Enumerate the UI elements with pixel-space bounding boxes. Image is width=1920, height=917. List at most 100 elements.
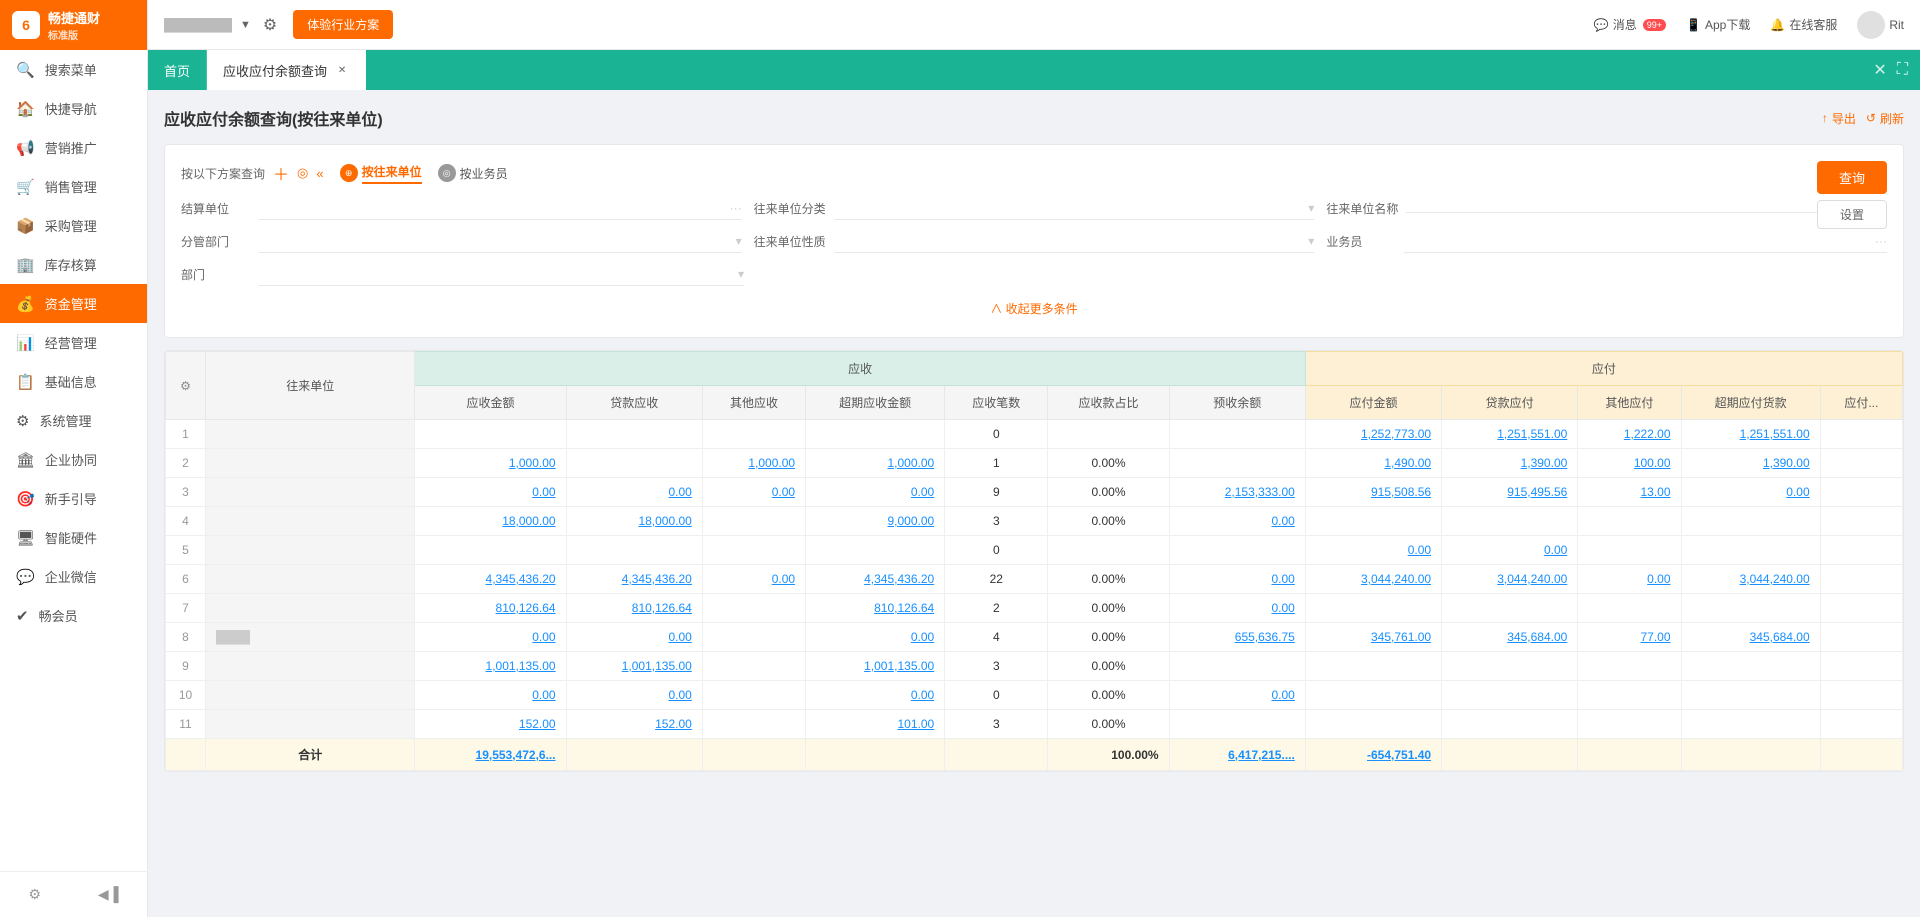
- data-table-wrap: ⚙ 往来单位 应收 应付 应收金额 贷款应: [164, 350, 1904, 772]
- sidebar-item-search-menu[interactable]: 🔍 搜索菜单: [0, 50, 147, 89]
- sidebar-item-wechat[interactable]: 💬 企业微信: [0, 557, 147, 596]
- department-arrow-icon[interactable]: ▾: [738, 267, 744, 281]
- page-title: 应收应付余额查询(按往来单位): [164, 106, 383, 130]
- col-ap-loan: 贷款应付: [1442, 386, 1578, 420]
- partner-nature-arrow-icon[interactable]: ▾: [1308, 234, 1314, 248]
- sidebar-logo: 6 畅捷通财 标准版: [0, 0, 147, 50]
- footer-label: 合计: [206, 739, 415, 771]
- online-service-btn[interactable]: 🔔 在线客服: [1770, 16, 1837, 33]
- filter-add-btn[interactable]: ＋: [273, 161, 289, 185]
- sidebar-item-finance[interactable]: 💰 资金管理: [0, 284, 147, 323]
- scheme-salesman[interactable]: ◎ 按业务员: [438, 163, 508, 184]
- tab-ar-ap[interactable]: 应收应付余额查询 ✕: [207, 50, 366, 90]
- sidebar-bottom: ⚙ ◀▐: [0, 871, 147, 917]
- export-button[interactable]: ↑ 导出: [1822, 110, 1856, 127]
- tab-close-window-btn[interactable]: ✕: [1873, 60, 1886, 80]
- sidebar-collapse-btn[interactable]: ◀▐: [92, 880, 125, 909]
- sidebar-item-basic[interactable]: 📋 基础信息: [0, 362, 147, 401]
- sidebar-item-member[interactable]: ✔ 畅会员: [0, 596, 147, 635]
- filter-settings-btn[interactable]: ◎: [297, 165, 308, 181]
- app-download-btn[interactable]: 📱 App下载: [1686, 16, 1750, 33]
- footer-ap-amount[interactable]: -654,751.40: [1305, 739, 1441, 771]
- table-row: 30.000.000.000.0090.00%2,153,333.00915,5…: [166, 478, 1903, 507]
- export-icon: ↑: [1822, 111, 1828, 125]
- table-settings-cell[interactable]: ⚙: [166, 352, 206, 420]
- sidebar-item-inventory[interactable]: 🏢 库存核算: [0, 245, 147, 284]
- filter-row-3: 部门 ▾: [181, 263, 1887, 286]
- partner-name-input[interactable]: [1406, 204, 1887, 213]
- sidebar-item-guide[interactable]: 🎯 新手引导: [0, 479, 147, 518]
- page-actions: ↑ 导出 ↺ 刷新: [1822, 110, 1904, 127]
- partner-cat-input[interactable]: ▾: [834, 197, 1315, 220]
- sidebar-item-purchase[interactable]: 📦 采购管理: [0, 206, 147, 245]
- filter-field-department: 部门 ▾: [181, 263, 744, 286]
- sidebar-settings-btn[interactable]: ⚙: [22, 880, 47, 909]
- table-row: 100.000.000.0000.00%0.00: [166, 681, 1903, 710]
- col-ar-pct: 应收款占比: [1048, 386, 1169, 420]
- sidebar: 6 畅捷通财 标准版 🔍 搜索菜单 🏠 快捷导航 📢 营销推广 🛒 销售管理 📦…: [0, 0, 148, 917]
- scheme-partner[interactable]: ⊕ 按往来单位: [340, 163, 422, 184]
- hardware-icon: 🖥: [16, 529, 35, 547]
- search-icon: 🔍: [16, 61, 35, 79]
- partner-cat-arrow-icon[interactable]: ▾: [1308, 201, 1314, 215]
- guide-icon: 🎯: [16, 490, 35, 508]
- table-row: 21,000.001,000.001,000.0010.00%1,490.001…: [166, 449, 1903, 478]
- filter-collapse-btn[interactable]: ∧ 收起更多条件: [181, 296, 1887, 321]
- header-breadcrumb: ████████: [164, 18, 232, 32]
- tab-close-btn[interactable]: ✕: [335, 63, 349, 77]
- footer-ar-prepay[interactable]: 6,417,215....: [1169, 739, 1305, 771]
- tab-home[interactable]: 首页: [148, 50, 207, 90]
- sidebar-item-system[interactable]: ⚙ 系统管理: [0, 401, 147, 440]
- system-icon: ⚙: [16, 412, 29, 430]
- partner-nature-input[interactable]: ▾: [834, 230, 1315, 253]
- purchase-icon: 📦: [16, 217, 35, 235]
- messages-btn[interactable]: 💬 消息 99+: [1594, 16, 1666, 33]
- tab-bar: 首页 应收应付余额查询 ✕ ✕ ⛶: [148, 50, 1920, 90]
- filter-collapse-left-btn[interactable]: «: [316, 166, 323, 181]
- page-title-bar: 应收应付余额查询(按往来单位) ↑ 导出 ↺ 刷新: [164, 106, 1904, 130]
- table-settings-icon[interactable]: ⚙: [180, 379, 191, 393]
- department-input[interactable]: ▾: [259, 263, 744, 286]
- sidebar-item-hardware[interactable]: 🖥 智能硬件: [0, 518, 147, 557]
- promo-button[interactable]: 体验行业方案: [293, 10, 393, 39]
- dept-arrow-icon[interactable]: ▾: [736, 234, 742, 248]
- home-icon: 🏠: [16, 100, 35, 118]
- refresh-icon: ↺: [1866, 111, 1876, 125]
- avatar: [1857, 11, 1885, 39]
- table-footer: 合计 19,553,472,6... 100.00% 6,417,215....…: [166, 739, 1903, 771]
- service-icon: 🔔: [1770, 18, 1785, 32]
- table-footer-row: 合计 19,553,472,6... 100.00% 6,417,215....…: [166, 739, 1903, 771]
- col-group-ap: 应付: [1305, 352, 1902, 386]
- sidebar-item-corp[interactable]: 🏛 企业协同: [0, 440, 147, 479]
- scheme-list: ⊕ 按往来单位 ◎ 按业务员: [340, 163, 508, 184]
- header-dropdown-btn[interactable]: ▼: [240, 19, 251, 31]
- sidebar-item-marketing[interactable]: 📢 营销推广: [0, 128, 147, 167]
- marketing-icon: 📢: [16, 139, 35, 157]
- finance-icon: 💰: [16, 295, 35, 313]
- filter-field-partner-name: 往来单位名称: [1326, 197, 1887, 220]
- header-settings-icon[interactable]: ⚙: [263, 15, 277, 35]
- footer-ar-amount[interactable]: 19,553,472,6...: [415, 739, 566, 771]
- settings-button[interactable]: 设置: [1817, 200, 1887, 229]
- ops-icon: 📊: [16, 334, 35, 352]
- table-row: 500.000.00: [166, 536, 1903, 565]
- tab-bar-right: ✕ ⛶: [1861, 50, 1920, 90]
- query-button[interactable]: 查询: [1817, 161, 1887, 194]
- settlement-dots-icon[interactable]: ···: [730, 201, 742, 215]
- dept-input[interactable]: ▾: [259, 230, 742, 253]
- corp-icon: 🏛: [16, 451, 35, 469]
- sidebar-item-sales[interactable]: 🛒 销售管理: [0, 167, 147, 206]
- salesman-input[interactable]: ···: [1404, 230, 1887, 253]
- salesman-dots-icon[interactable]: ···: [1875, 234, 1887, 248]
- user-avatar-area[interactable]: Rit: [1857, 11, 1904, 39]
- tab-maximize-btn[interactable]: ⛶: [1897, 61, 1908, 79]
- sidebar-item-ops[interactable]: 📊 经营管理: [0, 323, 147, 362]
- col-ar-amount: 应收金额: [415, 386, 566, 420]
- col-ar-prepay: 预收余额: [1169, 386, 1305, 420]
- sidebar-item-quick-nav[interactable]: 🏠 快捷导航: [0, 89, 147, 128]
- settlement-input[interactable]: ···: [259, 197, 742, 220]
- refresh-button[interactable]: ↺ 刷新: [1866, 110, 1904, 127]
- table-row: 101,252,773.001,251,551.001,222.001,251,…: [166, 420, 1903, 449]
- logo-icon: 6: [12, 11, 40, 39]
- app-icon: 📱: [1686, 18, 1701, 32]
